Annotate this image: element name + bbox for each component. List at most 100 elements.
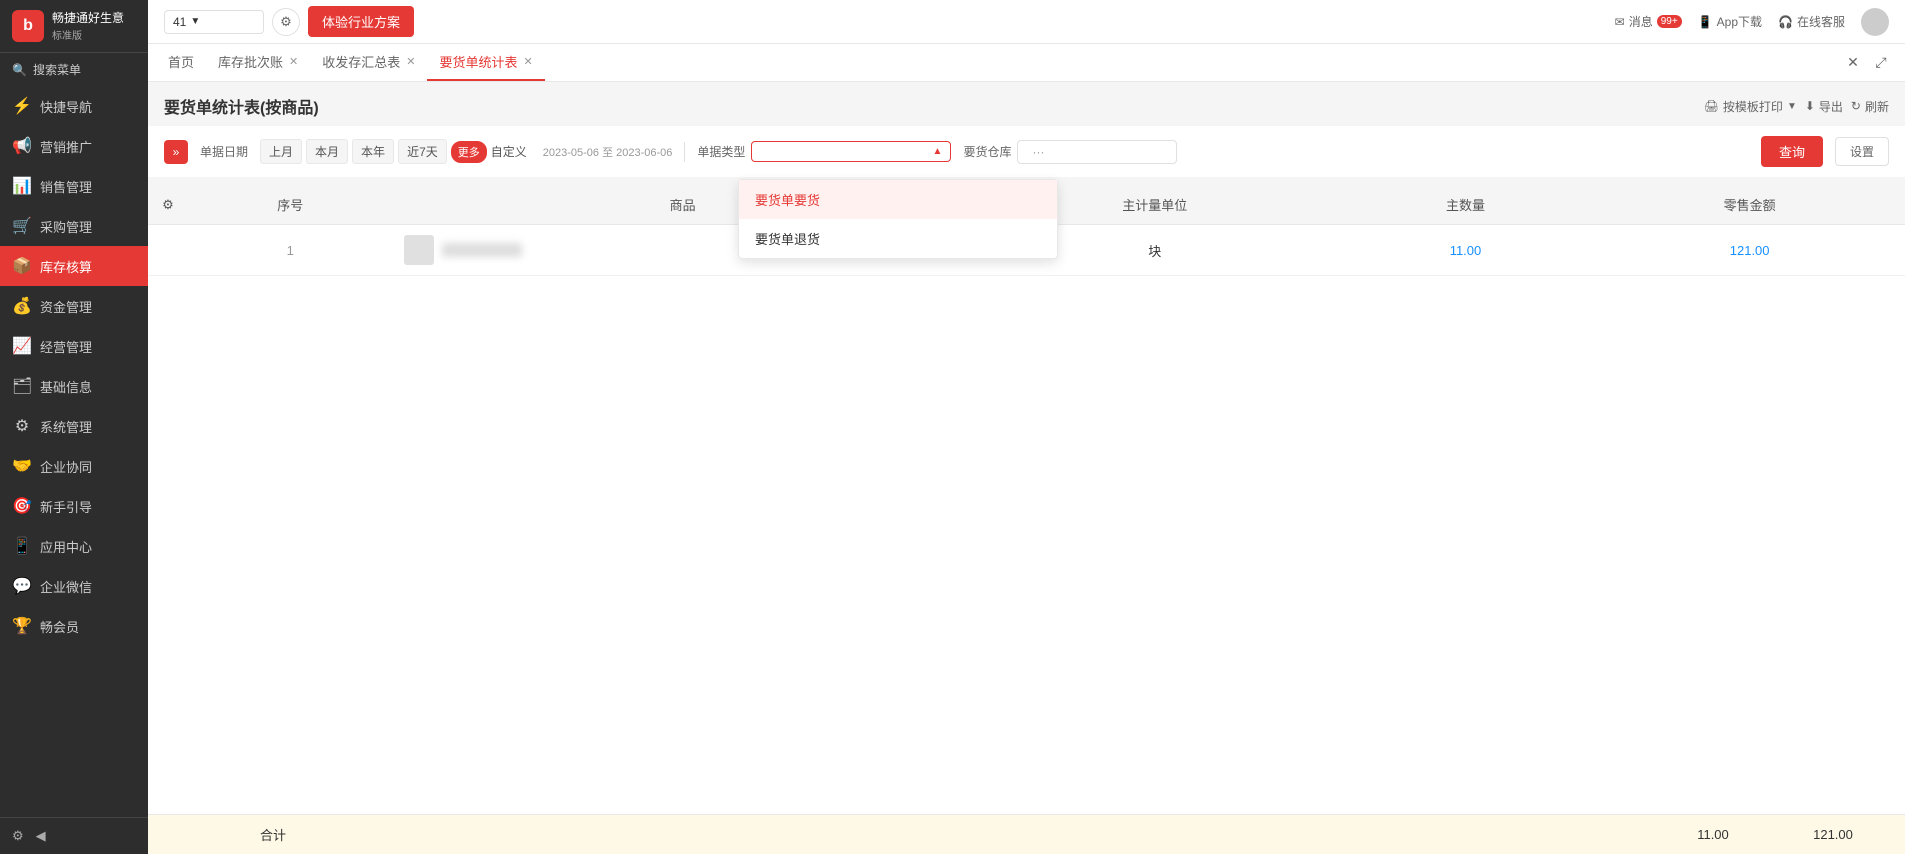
sidebar-item-system[interactable]: ⚙ 系统管理 <box>0 406 148 446</box>
date-btn-7days[interactable]: 近7天 <box>398 139 447 164</box>
export-icon: ⬇ <box>1805 99 1815 113</box>
inventory-icon: 📦 <box>12 256 32 276</box>
th-qty: 主数量 <box>1337 185 1595 225</box>
app-download-btn[interactable]: 📱 App下载 <box>1698 13 1762 30</box>
sidebar-item-finance[interactable]: 💰 资金管理 <box>0 286 148 326</box>
wechat-icon: 💬 <box>12 576 32 596</box>
message-btn[interactable]: ✉ 消息 99+ <box>1615 13 1682 30</box>
refresh-label: 刷新 <box>1865 98 1889 115</box>
topbar-settings-btn[interactable]: ⚙ <box>272 8 300 36</box>
nav-label-wechat: 企业微信 <box>40 577 92 596</box>
message-icon: ✉ <box>1615 15 1625 29</box>
search-icon: 🔍 <box>12 63 27 77</box>
nav-label-system: 系统管理 <box>40 417 92 436</box>
tab-batch-close[interactable]: ✕ <box>289 55 298 68</box>
tab-order-stat[interactable]: 要货单统计表 ✕ <box>427 44 544 81</box>
col-header-unit: 主计量单位 <box>1122 198 1187 213</box>
tab-close-all-btn[interactable]: ✕ <box>1841 51 1865 75</box>
sidebar-collapse-icon[interactable]: ◀ <box>36 828 46 844</box>
date-btn-custom[interactable]: 自定义 <box>491 143 527 160</box>
nav-label-inventory: 库存核算 <box>40 257 92 276</box>
tab-batch[interactable]: 库存批次账 ✕ <box>206 44 310 81</box>
appstore-icon: 📱 <box>12 536 32 556</box>
sidebar-search[interactable]: 🔍 搜索菜单 <box>0 53 148 86</box>
topbar-left: 41 ▼ ⚙ 体验行业方案 <box>164 6 1603 37</box>
nav-label-appstore: 应用中心 <box>40 537 92 556</box>
export-btn[interactable]: ⬇ 导出 <box>1805 98 1843 115</box>
page-actions: 🖨 按模板打印 ▼ ⬇ 导出 ↻ 刷新 <box>1704 98 1889 115</box>
refresh-btn[interactable]: ↻ 刷新 <box>1851 98 1889 115</box>
print-label: 按模板打印 <box>1723 98 1783 115</box>
page-content: 要货单统计表(按商品) 🖨 按模板打印 ▼ ⬇ 导出 ↻ 刷新 <box>148 82 1905 854</box>
app-logo-icon: b <box>12 10 44 42</box>
date-btn-this-year[interactable]: 本年 <box>352 139 394 164</box>
system-icon: ⚙ <box>12 416 32 436</box>
query-btn[interactable]: 查询 <box>1761 136 1823 167</box>
sidebar-item-appstore[interactable]: 📱 应用中心 <box>0 526 148 566</box>
tab-home[interactable]: 首页 <box>156 44 206 81</box>
avatar[interactable] <box>1861 8 1889 36</box>
nav-label-guide: 新手引导 <box>40 497 92 516</box>
sidebar-item-sales[interactable]: 📊 销售管理 <box>0 166 148 206</box>
nav-label-finance: 资金管理 <box>40 297 92 316</box>
page-header: 要货单统计表(按商品) 🖨 按模板打印 ▼ ⬇ 导出 ↻ 刷新 <box>148 82 1905 126</box>
page-title: 要货单统计表(按商品) <box>164 94 319 118</box>
sidebar-item-basic[interactable]: 🗂 基础信息 <box>0 366 148 406</box>
sidebar-item-enterprise[interactable]: 🤝 企业协同 <box>0 446 148 486</box>
type-filter-label: 单据类型 <box>697 143 745 160</box>
table-footer: 合计 11.00 121.00 <box>148 814 1905 854</box>
dropdown-option-order-label: 要货单要货 <box>755 193 820 208</box>
sidebar-item-quick[interactable]: ⚡ 快捷导航 <box>0 86 148 126</box>
online-service-btn[interactable]: 🎧 在线客服 <box>1778 13 1845 30</box>
set-btn[interactable]: 设置 <box>1835 137 1889 166</box>
warehouse-more-icon: ··· <box>1032 145 1044 159</box>
warehouse-dropdown[interactable]: ··· <box>1017 140 1177 164</box>
date-btn-this-month[interactable]: 本月 <box>306 139 348 164</box>
app-icon: 📱 <box>1698 15 1713 29</box>
sidebar-item-marketing[interactable]: 📢 营销推广 <box>0 126 148 166</box>
nav-label-basic: 基础信息 <box>40 377 92 396</box>
th-settings[interactable]: ⚙ <box>148 185 188 225</box>
dropdown-option-return-label: 要货单退货 <box>755 232 820 247</box>
dropdown-option-return[interactable]: 要货单退货 <box>739 219 1057 258</box>
tab-expand-btn[interactable]: ⤢ <box>1869 51 1893 75</box>
dropdown-option-order[interactable]: 要货单要货 <box>739 180 1057 219</box>
type-dropdown[interactable]: ▲ <box>751 141 951 162</box>
sidebar-item-purchase[interactable]: 🛒 采购管理 <box>0 206 148 246</box>
app-edition: 标准版 <box>52 27 124 42</box>
sidebar-item-wechat[interactable]: 💬 企业微信 <box>0 566 148 606</box>
qty-link[interactable]: 11.00 <box>1450 243 1482 258</box>
footer-amount: 121.00 <box>1813 827 1853 842</box>
main-area: 41 ▼ ⚙ 体验行业方案 ✉ 消息 99+ 📱 App下载 🎧 在线客服 <box>148 0 1905 854</box>
message-badge: 99+ <box>1657 15 1682 28</box>
filter-bar: » 单据日期 上月 本月 本年 近7天 更多 自定义 2023-05-06 至 … <box>148 126 1905 177</box>
workspace-selector[interactable]: 41 ▼ <box>164 10 264 34</box>
date-btn-last-month[interactable]: 上月 <box>260 139 302 164</box>
basic-icon: 🗂 <box>12 376 32 396</box>
column-settings-icon[interactable]: ⚙ <box>162 197 174 212</box>
tab-collect[interactable]: 收发存汇总表 ✕ <box>310 44 427 81</box>
th-num: 序号 <box>188 185 392 225</box>
export-label: 导出 <box>1819 98 1843 115</box>
sidebar-item-guide[interactable]: 🎯 新手引导 <box>0 486 148 526</box>
sidebar-item-inventory[interactable]: 📦 库存核算 <box>0 246 148 286</box>
tab-collect-close[interactable]: ✕ <box>406 55 415 68</box>
sidebar-settings-icon[interactable]: ⚙ <box>12 828 24 844</box>
tab-order-stat-close[interactable]: ✕ <box>524 55 533 68</box>
search-label: 搜索菜单 <box>33 61 81 78</box>
nav-label-quick: 快捷导航 <box>40 97 92 116</box>
print-btn[interactable]: 🖨 按模板打印 ▼ <box>1704 98 1797 115</box>
service-label: 在线客服 <box>1797 13 1845 30</box>
service-icon: 🎧 <box>1778 15 1793 29</box>
filter-expand-btn[interactable]: » <box>164 140 188 164</box>
trial-btn[interactable]: 体验行业方案 <box>308 6 414 37</box>
sidebar-item-operation[interactable]: 📈 经营管理 <box>0 326 148 366</box>
date-btn-more[interactable]: 更多 <box>451 141 487 163</box>
tab-home-label: 首页 <box>168 52 194 71</box>
topbar: 41 ▼ ⚙ 体验行业方案 ✉ 消息 99+ 📱 App下载 🎧 在线客服 <box>148 0 1905 44</box>
dropdown-caret-icon: ▲ <box>933 146 943 157</box>
tab-bar: 首页 库存批次账 ✕ 收发存汇总表 ✕ 要货单统计表 ✕ ✕ ⤢ <box>148 44 1905 82</box>
amount-link[interactable]: 121.00 <box>1730 243 1770 258</box>
operation-icon: 📈 <box>12 336 32 356</box>
sidebar-item-member[interactable]: 🏆 畅会员 <box>0 606 148 646</box>
